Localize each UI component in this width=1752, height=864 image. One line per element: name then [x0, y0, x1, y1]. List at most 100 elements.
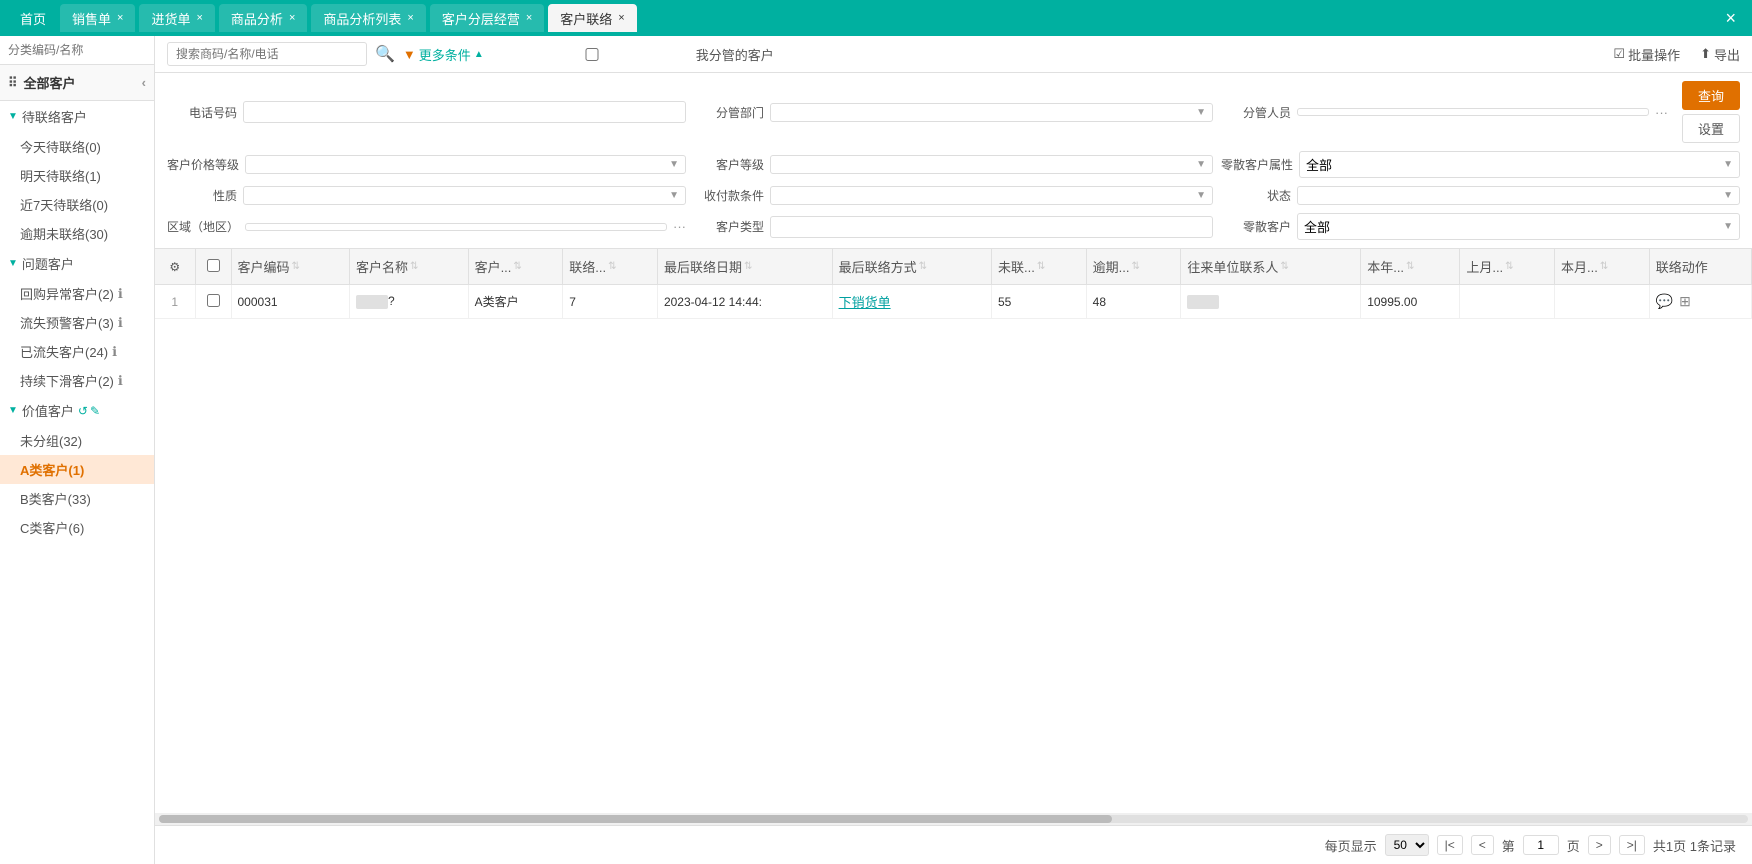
- first-page-btn[interactable]: |<: [1437, 835, 1463, 855]
- sidebar-item-repurchase-anomaly[interactable]: 回购异常客户(2) ℹ: [0, 279, 154, 308]
- export-label: 导出: [1714, 45, 1740, 64]
- export-btn[interactable]: ⬆ 导出: [1700, 45, 1740, 64]
- filter-input-customer-type[interactable]: [770, 216, 1213, 238]
- tab-product-analysis-list-close[interactable]: ×: [407, 12, 413, 24]
- cell-last-date: 2023-04-12 14:44:: [657, 285, 832, 319]
- next-page-btn[interactable]: >: [1588, 835, 1611, 855]
- col-gear[interactable]: ⚙: [155, 249, 195, 285]
- filter-select-customer-level[interactable]: ▼: [770, 155, 1213, 174]
- tab-product-analysis[interactable]: 商品分析 ×: [219, 4, 307, 32]
- sort-icon: ⇅: [292, 261, 300, 272]
- filter-dots-region[interactable]: ···: [673, 219, 686, 234]
- sidebar-item-tomorrow[interactable]: 明天待联络(1): [0, 161, 154, 190]
- chat-icon[interactable]: 💬: [1656, 293, 1673, 310]
- sidebar-item-7days[interactable]: 近7天待联络(0): [0, 190, 154, 219]
- tab-product-analysis-list[interactable]: 商品分析列表 ×: [311, 4, 425, 32]
- col-this-month[interactable]: 本月... ⇅: [1555, 249, 1650, 285]
- sidebar-item-overdue[interactable]: 逾期未联络(30): [0, 219, 154, 248]
- col-unlinked[interactable]: 未联... ⇅: [991, 249, 1086, 285]
- qr-icon[interactable]: ⊞: [1679, 293, 1691, 310]
- filter-select-region[interactable]: [245, 223, 667, 231]
- customer-table: ⚙ 客户编码 ⇅ 客户名称 ⇅: [155, 249, 1752, 319]
- query-btn[interactable]: 查询: [1682, 81, 1740, 110]
- sidebar-all-customers-header[interactable]: 全部客户 ‹: [0, 65, 154, 101]
- batch-op-btn[interactable]: ☑ 批量操作: [1613, 45, 1680, 64]
- col-code[interactable]: 客户编码 ⇅: [231, 249, 350, 285]
- sidebar-item-declining[interactable]: 持续下滑客户(2) ℹ: [0, 366, 154, 395]
- filter-select-retail-customer[interactable]: 全部 ▼: [1297, 213, 1740, 240]
- tab-purchase[interactable]: 进货单 ×: [139, 4, 214, 32]
- filter-select-dept[interactable]: ▼: [770, 103, 1213, 122]
- search-btn[interactable]: 🔍: [375, 44, 395, 64]
- tab-customer-layer[interactable]: 客户分层经营 ×: [430, 4, 544, 32]
- prev-page-btn[interactable]: <: [1471, 835, 1494, 855]
- scrollbar-track[interactable]: [159, 815, 1748, 823]
- filter-dots-manager[interactable]: ···: [1655, 105, 1668, 120]
- horizontal-scrollbar[interactable]: [155, 813, 1752, 825]
- filter-select-price-level[interactable]: ▼: [245, 155, 686, 174]
- row-checkbox[interactable]: [207, 294, 220, 307]
- filter-input-phone[interactable]: [243, 101, 686, 123]
- scrollbar-thumb[interactable]: [159, 815, 1112, 823]
- sort-icon2: ⇅: [410, 261, 418, 272]
- select-all-checkbox[interactable]: [207, 259, 220, 272]
- group-value-customers[interactable]: ▼ 价值客户 ↺ ✎: [0, 395, 154, 426]
- filter-select-nature[interactable]: ▼: [243, 186, 686, 205]
- tab-product-analysis-close[interactable]: ×: [289, 12, 295, 24]
- filter-row-customer-type: 客户类型: [694, 213, 1213, 240]
- sidebar-item-a-class[interactable]: A类客户(1): [0, 455, 154, 484]
- cell-checkbox[interactable]: [195, 285, 231, 319]
- col-last-month[interactable]: 上月... ⇅: [1460, 249, 1555, 285]
- name-placeholder: [356, 295, 388, 309]
- col-year-amount[interactable]: 本年... ⇅: [1361, 249, 1460, 285]
- setting-btn[interactable]: 设置: [1682, 114, 1740, 143]
- col-checkbox[interactable]: [195, 249, 231, 285]
- cell-last-method[interactable]: 下销货单: [832, 285, 991, 319]
- sidebar-item-churned[interactable]: 已流失客户(24) ℹ: [0, 337, 154, 366]
- tab-customer-contact-close[interactable]: ×: [618, 12, 624, 24]
- filter-select-status[interactable]: ▼: [1297, 186, 1740, 205]
- filter-row-status: 状态 ▼: [1221, 186, 1740, 205]
- edit-icon[interactable]: ✎: [90, 404, 100, 418]
- group-pending-contact[interactable]: ▼ 待联络客户: [0, 101, 154, 132]
- refresh-icon[interactable]: ↺: [78, 404, 88, 418]
- sidebar-item-today[interactable]: 今天待联络(0): [0, 132, 154, 161]
- col-name[interactable]: 客户名称 ⇅: [350, 249, 469, 285]
- col-last-date[interactable]: 最后联络日期 ⇅: [657, 249, 832, 285]
- filter-select-payment[interactable]: ▼: [770, 186, 1213, 205]
- tab-customer-contact[interactable]: 客户联络 ×: [548, 4, 636, 32]
- last-method-link[interactable]: 下销货单: [839, 295, 891, 310]
- col-overdue[interactable]: 逾期... ⇅: [1086, 249, 1181, 285]
- tab-customer-layer-close[interactable]: ×: [526, 12, 532, 24]
- filter-select-retail-attr[interactable]: 全部 ▼: [1299, 151, 1740, 178]
- window-close-btn[interactable]: ×: [1717, 8, 1744, 29]
- col-last-method[interactable]: 最后联络方式 ⇅: [832, 249, 991, 285]
- cell-name: ?: [350, 285, 469, 319]
- tab-sales[interactable]: 销售单 ×: [60, 4, 135, 32]
- page-input[interactable]: [1523, 835, 1559, 855]
- filter-label-retail-attr: 零散客户属性: [1221, 156, 1293, 173]
- my-customers-checkbox[interactable]: [492, 48, 692, 61]
- cell-last-month: [1460, 285, 1555, 319]
- col-company-contact[interactable]: 往来单位联系人 ⇅: [1181, 249, 1361, 285]
- group-problem-customers[interactable]: ▼ 问题客户: [0, 248, 154, 279]
- col-type[interactable]: 客户... ⇅: [468, 249, 563, 285]
- sidebar-collapse-btn[interactable]: ‹: [142, 75, 146, 90]
- sidebar-item-churn-warning[interactable]: 流失预警客户(3) ℹ: [0, 308, 154, 337]
- tab-home[interactable]: 首页: [8, 0, 58, 36]
- tab-purchase-close[interactable]: ×: [196, 12, 202, 24]
- sidebar-item-c-class[interactable]: C类客户(6): [0, 513, 154, 542]
- sidebar-item-unclassified[interactable]: 未分组(32): [0, 426, 154, 455]
- sidebar-item-a-class-label: A类客户(1): [20, 460, 84, 479]
- sidebar-search-input[interactable]: [8, 43, 155, 57]
- page-size-select[interactable]: 50: [1385, 834, 1429, 856]
- col-contact-count[interactable]: 联络... ⇅: [563, 249, 658, 285]
- tab-sales-close[interactable]: ×: [117, 12, 123, 24]
- filter-select-manager[interactable]: [1297, 108, 1649, 116]
- search-input[interactable]: [167, 42, 367, 66]
- my-customers-checkbox-label[interactable]: 我分管的客户: [492, 45, 774, 64]
- last-page-btn[interactable]: >|: [1619, 835, 1645, 855]
- filter-btn[interactable]: ▼ 更多条件 ▲: [403, 45, 484, 64]
- filter-label-manager: 分管人员: [1221, 104, 1291, 121]
- sidebar-item-b-class[interactable]: B类客户(33): [0, 484, 154, 513]
